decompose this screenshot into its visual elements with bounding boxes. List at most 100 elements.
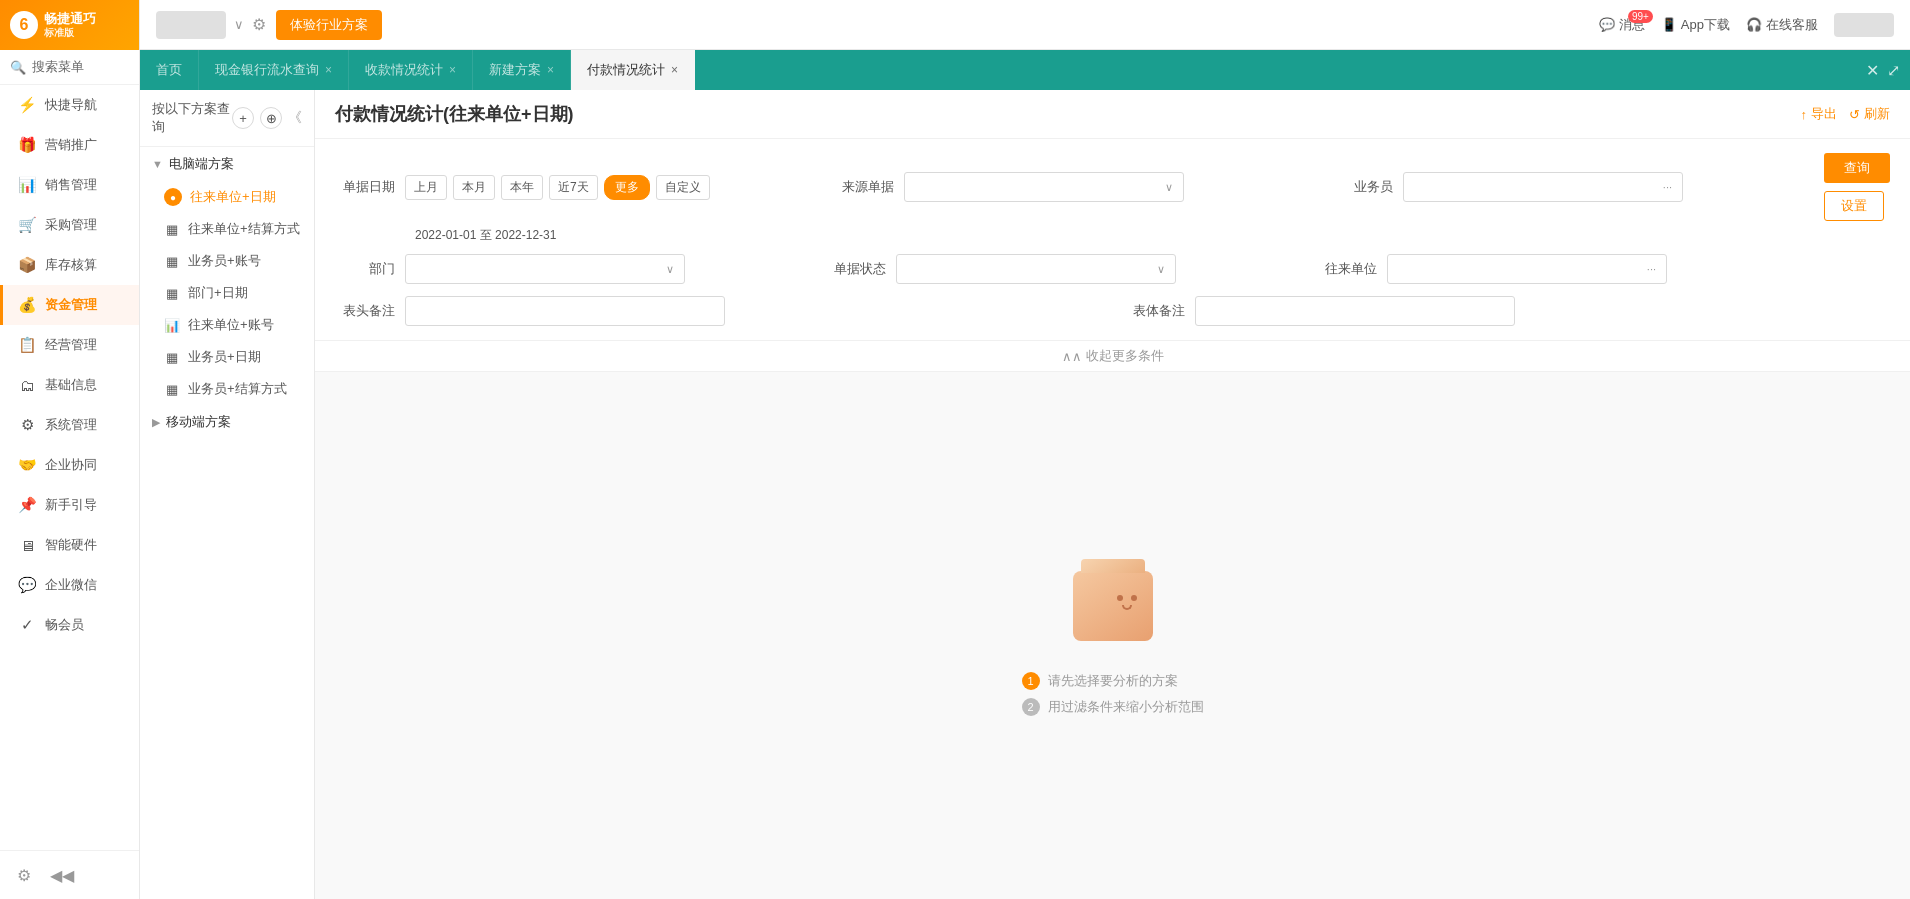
scheme-item-salesman-date[interactable]: ▦ 业务员+日期 xyxy=(140,341,314,373)
sidebar-item-purchase[interactable]: 🛒 采购管理 xyxy=(0,205,139,245)
scheme-item-dept-date[interactable]: ▦ 部门+日期 xyxy=(140,277,314,309)
sidebar-item-system[interactable]: ⚙ 系统管理 xyxy=(0,405,139,445)
voucher-status-select[interactable]: ∨ xyxy=(896,254,1176,284)
scheme-item-label: 业务员+账号 xyxy=(188,252,261,270)
dept-select[interactable]: ∨ xyxy=(405,254,685,284)
source-voucher-arrow-icon: ∨ xyxy=(1165,181,1173,194)
date-btn-more[interactable]: 更多 xyxy=(604,175,650,200)
sidebar-item-member[interactable]: ✓ 畅会员 xyxy=(0,605,139,645)
sidebar-item-cooperation[interactable]: 🤝 企业协同 xyxy=(0,445,139,485)
desktop-group-header[interactable]: ▼ 电脑端方案 xyxy=(140,147,314,181)
tab-home[interactable]: 首页 xyxy=(140,50,199,90)
scheme-header-actions: + ⊕ 《 xyxy=(232,107,302,129)
notifications-btn[interactable]: 💬 消息 99+ xyxy=(1599,16,1645,34)
scheme-item-unit-date[interactable]: ● 往来单位+日期 xyxy=(140,181,314,213)
sidebar-item-smart-hw[interactable]: 🖥 智能硬件 xyxy=(0,525,139,565)
empty-face-graphic xyxy=(1117,595,1137,610)
app-download-btn[interactable]: 📱 App下载 xyxy=(1661,16,1730,34)
header-note-input[interactable] xyxy=(405,296,725,326)
tab-payment-stats-label: 付款情况统计 xyxy=(587,61,665,79)
sidebar-item-wechat[interactable]: 💬 企业微信 xyxy=(0,565,139,605)
tab-cash-bank-close-icon[interactable]: × xyxy=(325,63,332,77)
add-scheme-btn[interactable]: + xyxy=(232,107,254,129)
sidebar-item-guide[interactable]: 📌 新手引导 xyxy=(0,485,139,525)
empty-text-2-label: 用过滤条件来缩小分析范围 xyxy=(1048,698,1204,716)
filter-row-3: 表头备注 表体备注 xyxy=(335,296,1890,326)
company-avatar[interactable] xyxy=(156,11,226,39)
wechat-icon: 💬 xyxy=(17,575,37,595)
mobile-group-arrow-icon: ▶ xyxy=(152,416,160,429)
empty-state-area: 1 请先选择要分析的方案 2 用过滤条件来缩小分析范围 xyxy=(315,372,1910,899)
tab-new-scheme[interactable]: 新建方案 × xyxy=(473,50,571,90)
desktop-group-arrow-icon: ▼ xyxy=(152,158,163,170)
filter-col-date: 单据日期 上月 本月 本年 近7天 更多 自定义 xyxy=(335,175,810,200)
sidebar-item-label: 采购管理 xyxy=(45,216,97,234)
date-btn-custom[interactable]: 自定义 xyxy=(656,175,710,200)
sidebar-item-label: 新手引导 xyxy=(45,496,97,514)
partner-arrow-icon: ··· xyxy=(1647,263,1656,275)
filter-col-source: 来源单据 ∨ xyxy=(834,172,1309,202)
sidebar-item-quick-nav[interactable]: ⚡ 快捷导航 xyxy=(0,85,139,125)
collapse-panel-btn[interactable]: 《 xyxy=(288,109,302,127)
sidebar-item-basic-info[interactable]: 🗂 基础信息 xyxy=(0,365,139,405)
trial-btn[interactable]: 体验行业方案 xyxy=(276,10,382,40)
download-icon: 📱 xyxy=(1661,17,1677,32)
user-avatar[interactable] xyxy=(1834,13,1894,37)
collapse-sidebar-btn[interactable]: ◀◀ xyxy=(48,861,76,889)
collapse-more-conditions-bar[interactable]: ∧∧ 收起更多条件 xyxy=(315,341,1910,372)
date-range-text: 2022-01-01 至 2022-12-31 xyxy=(415,227,556,244)
sidebar-item-marketing[interactable]: 🎁 营销推广 xyxy=(0,125,139,165)
tab-payment-close-icon[interactable]: × xyxy=(671,63,678,77)
logo-icon: 6 xyxy=(10,11,38,39)
salesman-label: 业务员 xyxy=(1333,178,1403,196)
scheme-item-label: 往来单位+结算方式 xyxy=(188,220,300,238)
scheme-item-salesman-settlement[interactable]: ▦ 业务员+结算方式 xyxy=(140,373,314,405)
scheme-settings-btn[interactable]: ⊕ xyxy=(260,107,282,129)
quick-nav-icon: ⚡ xyxy=(17,95,37,115)
filter-settings-btn[interactable]: 设置 xyxy=(1824,191,1884,221)
company-chevron-icon[interactable]: ∨ xyxy=(234,17,244,32)
topbar-settings-icon[interactable]: ⚙ xyxy=(252,15,266,34)
scheme-item-label: 部门+日期 xyxy=(188,284,248,302)
scheme-item-unit-account[interactable]: 📊 往来单位+账号 xyxy=(140,309,314,341)
salesman-select[interactable]: ··· xyxy=(1403,172,1683,202)
refresh-btn[interactable]: ↺ 刷新 xyxy=(1849,105,1890,123)
app-name: 畅捷通巧 xyxy=(44,11,96,27)
search-icon: 🔍 xyxy=(10,60,26,75)
scheme-item-unit-settlement[interactable]: ▦ 往来单位+结算方式 xyxy=(140,213,314,245)
close-all-tabs-btn[interactable]: ✕ xyxy=(1866,61,1879,80)
scheme-item-label: 往来单位+日期 xyxy=(190,188,276,206)
date-btn-7days[interactable]: 近7天 xyxy=(549,175,598,200)
desktop-scheme-group: ▼ 电脑端方案 ● 往来单位+日期 ▦ 往来单位+结算方式 ▦ 业务员+账号 ▦ xyxy=(140,147,314,405)
tab-new-scheme-close-icon[interactable]: × xyxy=(547,63,554,77)
tab-cash-bank[interactable]: 现金银行流水查询 × xyxy=(199,50,349,90)
sidebar: 6 畅捷通巧 标准版 🔍 搜索菜单 ⚡ 快捷导航 🎁 营销推广 📊 销售管理 🛒… xyxy=(0,0,140,899)
purchase-icon: 🛒 xyxy=(17,215,37,235)
tab-home-label: 首页 xyxy=(156,61,182,79)
body-note-input[interactable] xyxy=(1195,296,1515,326)
source-voucher-select[interactable]: ∨ xyxy=(904,172,1184,202)
maximize-btn[interactable]: ⤢ xyxy=(1887,61,1900,80)
partner-select[interactable]: ··· xyxy=(1387,254,1667,284)
page-header-actions: ↑ 导出 ↺ 刷新 xyxy=(1801,105,1891,123)
online-service-btn[interactable]: 🎧 在线客服 xyxy=(1746,16,1818,34)
sidebar-item-inventory[interactable]: 📦 库存核算 xyxy=(0,245,139,285)
filter-col-header-note: 表头备注 xyxy=(335,296,1101,326)
scheme-item-salesman-account[interactable]: ▦ 业务员+账号 xyxy=(140,245,314,277)
sidebar-item-capital[interactable]: 💰 资金管理 xyxy=(0,285,139,325)
date-btn-this-month[interactable]: 本月 xyxy=(453,175,495,200)
sidebar-item-sales[interactable]: 📊 销售管理 xyxy=(0,165,139,205)
mobile-scheme-group[interactable]: ▶ 移动端方案 xyxy=(140,405,314,439)
sidebar-item-operations[interactable]: 📋 经营管理 xyxy=(0,325,139,365)
tab-payment-stats[interactable]: 付款情况统计 × xyxy=(571,50,695,90)
mobile-group-label: 移动端方案 xyxy=(166,413,231,431)
sidebar-search[interactable]: 🔍 搜索菜单 xyxy=(0,50,139,85)
query-btn[interactable]: 查询 xyxy=(1824,153,1890,183)
date-btn-this-year[interactable]: 本年 xyxy=(501,175,543,200)
export-btn[interactable]: ↑ 导出 xyxy=(1801,105,1838,123)
tab-receipt-stats[interactable]: 收款情况统计 × xyxy=(349,50,473,90)
tab-receipt-close-icon[interactable]: × xyxy=(449,63,456,77)
voucher-date-label: 单据日期 xyxy=(335,178,405,196)
date-btn-last-month[interactable]: 上月 xyxy=(405,175,447,200)
settings-footer-btn[interactable]: ⚙ xyxy=(10,861,38,889)
